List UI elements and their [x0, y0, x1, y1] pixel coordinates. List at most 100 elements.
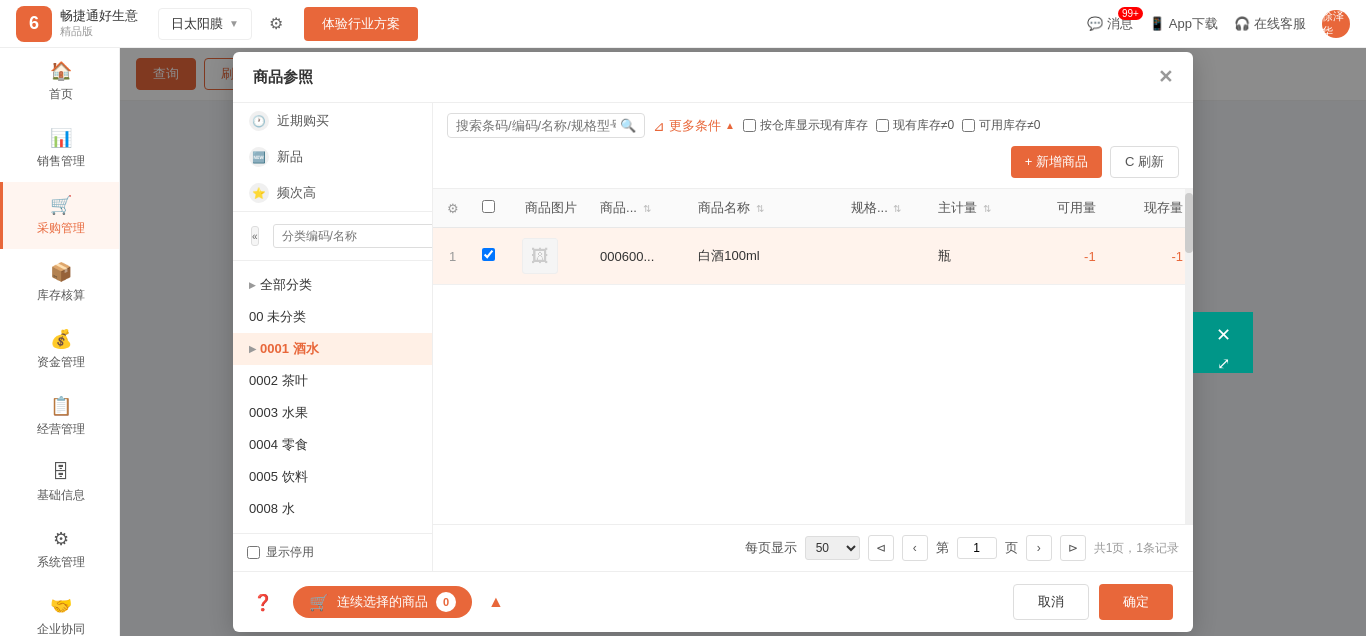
logo-name: 畅捷通好生意	[60, 8, 138, 25]
triangle-icon: ▶	[249, 280, 256, 290]
message-nav-item[interactable]: 💬 消息 99+	[1087, 15, 1133, 33]
nonzero-stock-checkbox[interactable]	[876, 119, 889, 132]
quick-item-frequent[interactable]: ⭐ 频次高	[233, 175, 432, 211]
warehouse-stock-checkbox[interactable]	[743, 119, 756, 132]
col-num-header: ⚙	[433, 189, 472, 228]
cat-item-beverage[interactable]: 0005 饮料	[233, 461, 432, 493]
product-thumbnail: 🖼	[522, 238, 558, 274]
product-reference-modal: 商品参照 ✕ 🕐 近期购买 🆕	[233, 52, 1193, 632]
col-avail-header[interactable]: 可用量	[1007, 189, 1105, 228]
sort-icon: ⇅	[643, 203, 651, 214]
online-service-nav-item[interactable]: 🎧 在线客服	[1234, 15, 1306, 33]
modal-footer: ❓ 🛒 连续选择的商品 0 ▲ 取消 确定	[233, 571, 1193, 632]
avatar: 徐泽华	[1322, 10, 1350, 38]
nonzero-available-checkbox[interactable]	[962, 119, 975, 132]
col-code-header[interactable]: 商品... ⇅	[590, 189, 688, 228]
first-page-button[interactable]: ⊲	[868, 535, 894, 561]
logo-icon: 6	[16, 6, 52, 42]
category-panel: 🕐 近期购买 🆕 新品 ⭐ 频次高	[233, 103, 433, 571]
sidebar-item-sales[interactable]: 📊 销售管理	[0, 115, 119, 182]
sidebar-item-inventory[interactable]: 📦 库存核算	[0, 249, 119, 316]
show-disabled-checkbox[interactable]	[247, 546, 260, 559]
new-icon: 🆕	[249, 147, 269, 167]
col-img-header: 商品图片	[512, 189, 591, 228]
modal-close-button[interactable]: ✕	[1158, 66, 1173, 88]
modal-title: 商品参照	[253, 68, 313, 87]
frequent-icon: ⭐	[249, 183, 269, 203]
cat-item-tea[interactable]: 0002 茶叶	[233, 365, 432, 397]
filter-icon: ⊿	[653, 118, 665, 134]
cat-item-uncategorized[interactable]: 00 未分类	[233, 301, 432, 333]
app-download-nav-item[interactable]: 📱 App下载	[1149, 15, 1218, 33]
teal-close-icon[interactable]: ✕	[1216, 324, 1231, 346]
filter-button[interactable]: ⊿ 更多条件 ▲	[653, 117, 735, 135]
sort-icon: ⇅	[893, 203, 901, 214]
col-spec-header[interactable]: 规格... ⇅	[841, 189, 928, 228]
col-stock-header[interactable]: 现存量	[1106, 189, 1193, 228]
cat-item-appliance[interactable]: 0010 家电	[233, 525, 432, 533]
sidebar-item-system[interactable]: ⚙ 系统管理	[0, 516, 119, 583]
cat-item-fruit[interactable]: 0003 水果	[233, 397, 432, 429]
cat-item-snack[interactable]: 0004 零食	[233, 429, 432, 461]
row-stock-cell: -1	[1106, 228, 1193, 285]
sidebar-item-enterprise[interactable]: 🤝 企业协同	[0, 583, 119, 636]
row-checkbox[interactable]	[482, 248, 495, 261]
teal-panel: ✕ ⤢	[1193, 312, 1253, 373]
recent-icon: 🕐	[249, 111, 269, 131]
refresh-button[interactable]: C 刷新	[1110, 146, 1179, 178]
help-icon[interactable]: ❓	[253, 593, 273, 612]
table-scrollbar[interactable]	[1185, 189, 1193, 524]
product-search-icon[interactable]: 🔍	[620, 118, 636, 133]
sidebar-item-operations[interactable]: 📋 经营管理	[0, 383, 119, 450]
row-code-cell: 000600...	[590, 228, 688, 285]
category-search-input[interactable]	[273, 224, 433, 248]
col-unit-header[interactable]: 主计量 ⇅	[928, 189, 1007, 228]
right-panel: 🔍 ⊿ 更多条件 ▲ 按仓库显示现有库存	[433, 103, 1193, 571]
cart-button[interactable]: 🛒 连续选择的商品 0	[293, 586, 472, 618]
cta-button[interactable]: 体验行业方案	[304, 7, 418, 41]
page-number-input[interactable]	[957, 537, 997, 559]
collapse-cart-icon[interactable]: ▲	[488, 593, 504, 611]
product-table: ⚙ 商品图片	[433, 189, 1193, 285]
add-product-button[interactable]: + 新增商品	[1011, 146, 1102, 178]
chevron-down-icon: ▼	[229, 18, 239, 29]
enterprise-icon: 🤝	[50, 595, 72, 617]
nonzero-stock-checkbox-label[interactable]: 现有库存≠0	[876, 117, 954, 134]
app-download-icon: 📱	[1149, 16, 1165, 31]
sidebar-item-purchase[interactable]: 🛒 采购管理	[0, 182, 119, 249]
product-search-box: 🔍	[447, 113, 645, 138]
table-row[interactable]: 1 🖼 000600...	[433, 228, 1193, 285]
quick-item-recent[interactable]: 🕐 近期购买	[233, 103, 432, 139]
col-name-header[interactable]: 商品名称 ⇅	[688, 189, 841, 228]
confirm-button[interactable]: 确定	[1099, 584, 1173, 620]
sidebar-item-home[interactable]: 🏠 首页	[0, 48, 119, 115]
cancel-button[interactable]: 取消	[1013, 584, 1089, 620]
cat-item-water[interactable]: 0008 水	[233, 493, 432, 525]
select-all-checkbox[interactable]	[482, 200, 495, 213]
store-selector[interactable]: 日太阳膜 ▼	[158, 8, 252, 40]
last-page-button[interactable]: ⊳	[1060, 535, 1086, 561]
product-search-input[interactable]	[456, 118, 616, 133]
cat-footer: 显示停用	[233, 533, 432, 571]
gear-settings-icon[interactable]: ⚙	[447, 201, 459, 216]
show-disabled-label[interactable]: 显示停用	[266, 544, 314, 561]
page-size-select[interactable]: 50 10 20 100	[805, 536, 860, 560]
prev-page-button[interactable]: ‹	[902, 535, 928, 561]
modal-overlay: 商品参照 ✕ 🕐 近期购买 🆕	[120, 48, 1366, 636]
right-toolbar: 🔍 ⊿ 更多条件 ▲ 按仓库显示现有库存	[433, 103, 1193, 189]
sidebar-item-finance[interactable]: 💰 资金管理	[0, 316, 119, 383]
next-page-button[interactable]: ›	[1026, 535, 1052, 561]
sidebar-item-basics[interactable]: 🗄 基础信息	[0, 450, 119, 516]
cat-item-all[interactable]: ▶ 全部分类	[233, 269, 432, 301]
table-scroll-thumb	[1185, 193, 1193, 253]
user-nav-item[interactable]: 徐泽华	[1322, 10, 1350, 38]
quick-item-new[interactable]: 🆕 新品	[233, 139, 432, 175]
teal-expand-icon[interactable]: ⤢	[1217, 354, 1230, 373]
cat-item-liquor[interactable]: ▶ 0001 酒水	[233, 333, 432, 365]
nonzero-available-checkbox-label[interactable]: 可用库存≠0	[962, 117, 1040, 134]
gear-icon[interactable]: ⚙	[260, 8, 292, 40]
modal-header: 商品参照 ✕	[233, 52, 1193, 103]
main-layout: 🏠 首页 📊 销售管理 🛒 采购管理 📦 库存核算 💰 资金管理 📋 经营管理 …	[0, 48, 1366, 636]
collapse-icon[interactable]: «	[251, 226, 259, 246]
warehouse-stock-checkbox-label[interactable]: 按仓库显示现有库存	[743, 117, 868, 134]
